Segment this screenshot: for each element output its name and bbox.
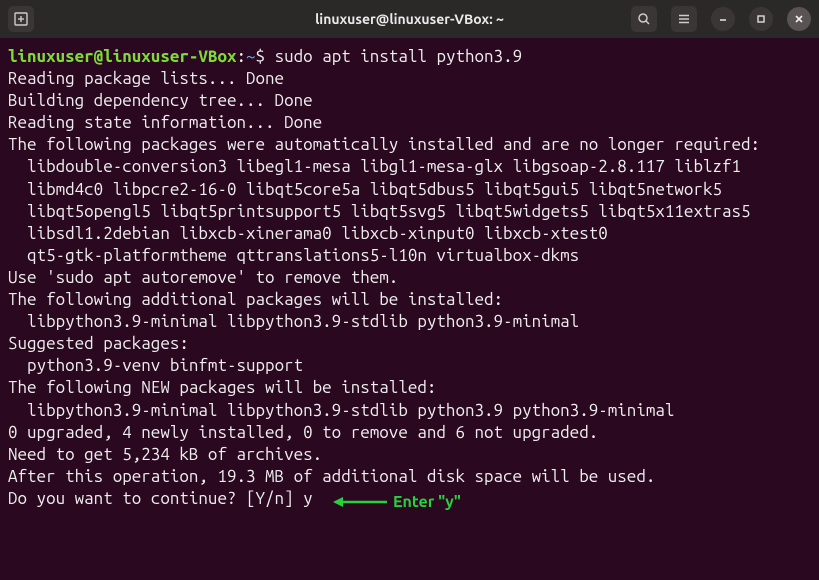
output-line: libpython3.9-minimal libpython3.9-stdlib… [8, 400, 811, 422]
output-line: libqt5opengl5 libqt5printsupport5 libqt5… [8, 201, 811, 223]
new-tab-icon [14, 12, 28, 26]
close-button[interactable] [787, 7, 811, 31]
prompt-line: linuxuser@linuxuser-VBox:~$ sudo apt ins… [8, 46, 811, 68]
output-line: The following packages were automaticall… [8, 134, 811, 156]
output-line: Reading state information... Done [8, 112, 811, 134]
window-title: linuxuser@linuxuser-VBox: ~ [315, 10, 504, 28]
annotation-label: Enter "y" [393, 492, 461, 513]
prompt-colon: : [236, 47, 246, 66]
continue-input: y [303, 489, 313, 508]
prompt-dollar: $ [256, 47, 266, 66]
prompt-path: ~ [246, 47, 256, 66]
titlebar: linuxuser@linuxuser-VBox: ~ [0, 0, 819, 38]
maximize-icon [755, 13, 767, 25]
output-line: The following additional packages will b… [8, 289, 811, 311]
minimize-button[interactable] [711, 7, 735, 31]
hamburger-icon [677, 12, 691, 26]
output-line: libdouble-conversion3 libegl1-mesa libgl… [8, 156, 811, 178]
new-tab-button[interactable] [8, 6, 34, 32]
prompt-user: linuxuser@linuxuser-VBox [8, 47, 236, 66]
output-line: The following NEW packages will be insta… [8, 377, 811, 399]
titlebar-left-controls [8, 6, 34, 32]
output-line: Need to get 5,234 kB of archives. [8, 444, 811, 466]
output-line: 0 upgraded, 4 newly installed, 0 to remo… [8, 422, 811, 444]
output-line: python3.9-venv binfmt-support [8, 355, 811, 377]
output-line: Building dependency tree... Done [8, 90, 811, 112]
output-line: libmd4c0 libpcre2-16-0 libqt5core5a libq… [8, 179, 811, 201]
menu-button[interactable] [671, 6, 697, 32]
output-line: libsdl1.2debian libxcb-xinerama0 libxcb-… [8, 223, 811, 245]
annotation: Enter "y" [333, 492, 461, 513]
close-icon [793, 13, 805, 25]
search-icon [637, 12, 651, 26]
search-button[interactable] [631, 6, 657, 32]
continue-prompt: Do you want to continue? [Y/n] [8, 489, 303, 508]
output-line: qt5-gtk-platformtheme qttranslations5-l1… [8, 245, 811, 267]
minimize-icon [717, 13, 729, 25]
command-text: sudo apt install python3.9 [265, 47, 522, 66]
output-line: Suggested packages: [8, 333, 811, 355]
titlebar-right-controls [631, 6, 811, 32]
output-line: Use 'sudo apt autoremove' to remove them… [8, 267, 811, 289]
arrow-left-icon [333, 496, 387, 508]
output-line: After this operation, 19.3 MB of additio… [8, 466, 811, 488]
maximize-button[interactable] [749, 7, 773, 31]
output-line: libpython3.9-minimal libpython3.9-stdlib… [8, 311, 811, 333]
output-line: Reading package lists... Done [8, 68, 811, 90]
